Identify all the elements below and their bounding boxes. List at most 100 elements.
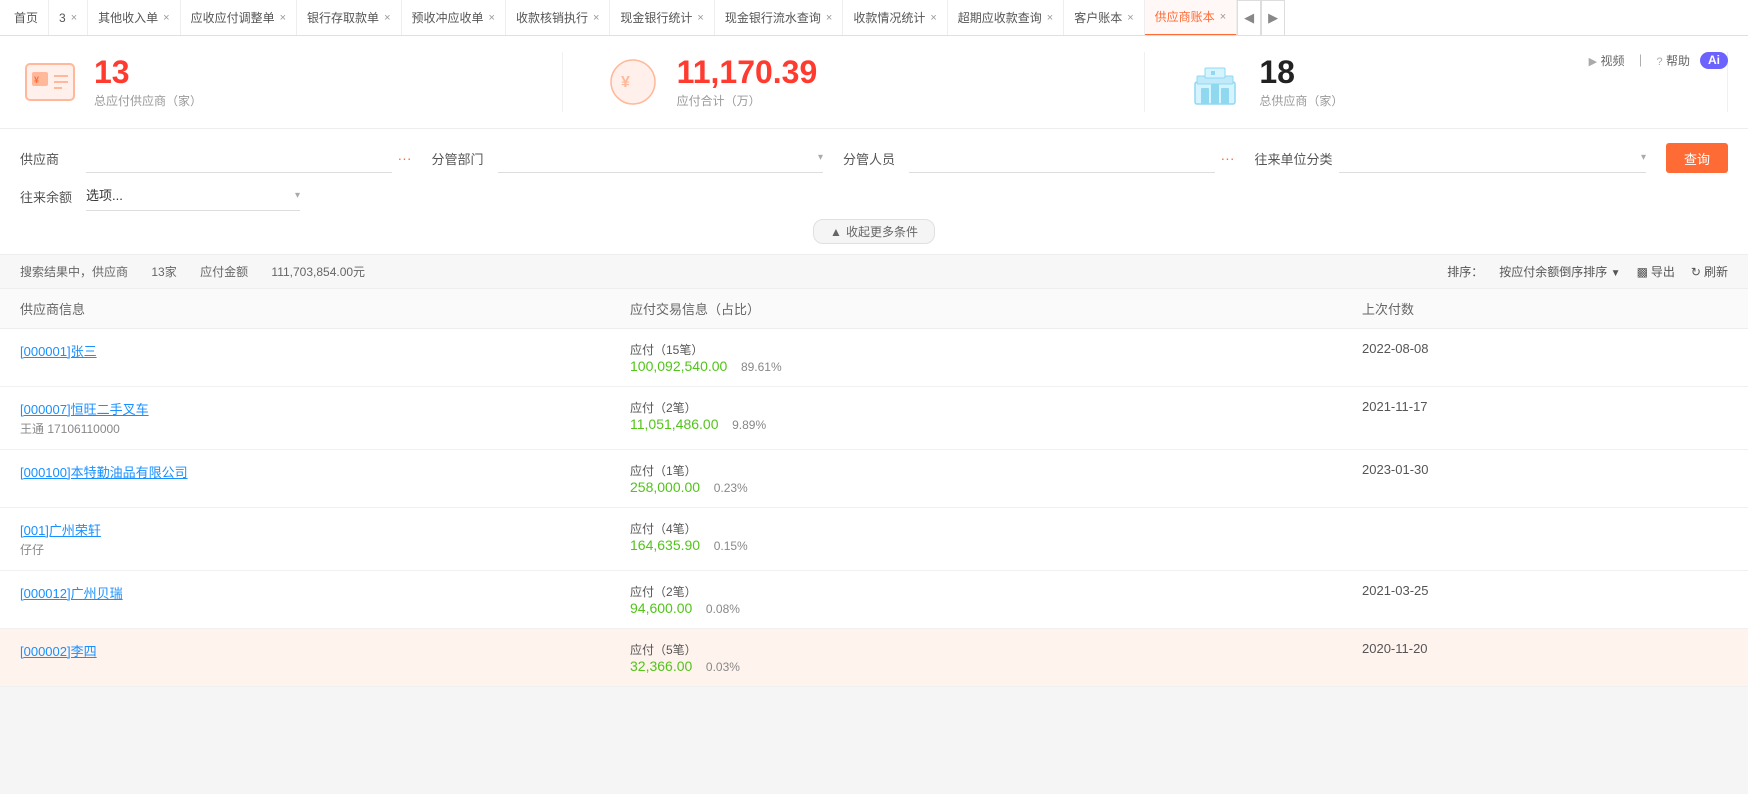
nav-tab-3[interactable]: 3 ×	[49, 0, 88, 36]
header-actions: ▶ 视频 ｜ ? 帮助 Ai	[1589, 52, 1728, 69]
close-icon[interactable]: ×	[71, 12, 77, 24]
result-amount-prefix: 应付金额	[200, 265, 248, 279]
close-icon[interactable]: ×	[1047, 12, 1053, 24]
supplier-cell: [001]广州荣轩 仔仔	[20, 520, 630, 558]
close-icon[interactable]: ×	[930, 12, 936, 24]
table-row: [000012]广州贝瑞 应付（2笔） 94,600.00 0.08% 2021…	[0, 571, 1748, 629]
nav-tab-other-income[interactable]: 其他收入单 ×	[88, 0, 180, 36]
result-bar: 搜索结果中，供应商 13家 应付金额 111,703,854.00元 排序： 按…	[0, 255, 1748, 289]
category-select-wrap[interactable]: ▾	[1339, 143, 1646, 173]
close-icon[interactable]: ×	[384, 12, 390, 24]
nav-tab-customer-ledger[interactable]: 客户账本 ×	[1064, 0, 1144, 36]
lastpay-date: 2021-11-17	[1362, 399, 1428, 414]
category-select[interactable]	[1339, 150, 1641, 165]
stat-info-payable-suppliers: 13 总应付供应商（家）	[94, 55, 202, 109]
txn-amount[interactable]: 100,092,540.00	[630, 358, 727, 374]
nav-tab-cash-flow[interactable]: 现金银行流水查询 ×	[715, 0, 843, 36]
balance-select[interactable]: 选项...	[86, 188, 295, 203]
txn-amount[interactable]: 258,000.00	[630, 479, 700, 495]
supplier-link[interactable]: [000100]本特勤油品有限公司	[20, 465, 188, 480]
txn-label: 应付（15笔）	[630, 341, 1362, 358]
close-icon[interactable]: ×	[697, 12, 703, 24]
txn-label: 应付（2笔）	[630, 399, 1362, 416]
nav-tab-ar-ap-adjust[interactable]: 应收应付调整单 ×	[181, 0, 297, 36]
close-icon[interactable]: ×	[489, 12, 495, 24]
video-link[interactable]: ▶ 视频	[1589, 52, 1625, 69]
nav-tab-cash-stat[interactable]: 现金银行统计 ×	[610, 0, 714, 36]
close-icon[interactable]: ×	[826, 12, 832, 24]
supplier-cell: [000007]恒旺二手叉车 王通 17106110000	[20, 399, 630, 437]
collapse-arrow-icon: ▲	[830, 225, 842, 239]
supplier-link[interactable]: [000007]恒旺二手叉车	[20, 402, 149, 417]
result-amount-value: 111,703,854.00元	[271, 265, 365, 279]
payable-suppliers-count: 13	[94, 55, 202, 90]
table-header: 供应商信息 应付交易信息（占比） 上次付数	[0, 289, 1748, 329]
supplier-link[interactable]: [000002]李四	[20, 644, 97, 659]
query-button[interactable]: 查询	[1666, 143, 1728, 173]
supplier-cell: [000100]本特勤油品有限公司	[20, 462, 630, 481]
department-select-wrap[interactable]: ▾	[498, 143, 824, 173]
supplier-dots-icon[interactable]: ···	[398, 150, 412, 166]
txn-amount[interactable]: 32,366.00	[630, 658, 692, 674]
lastpay-cell: 2020-11-20	[1362, 641, 1728, 656]
lastpay-cell: 2023-01-30	[1362, 462, 1728, 477]
supplier-link[interactable]: [000012]广州贝瑞	[20, 586, 123, 601]
txn-percent: 0.08%	[706, 602, 740, 616]
payable-total-icon: ¥	[603, 52, 663, 112]
export-button[interactable]: ▩ 导出	[1637, 263, 1675, 280]
svg-text:¥: ¥	[621, 74, 630, 91]
person-filter-label: 分管人员	[843, 149, 903, 168]
refresh-button[interactable]: ↻ 刷新	[1691, 263, 1728, 280]
close-icon[interactable]: ×	[280, 12, 286, 24]
supplier-cell: [000002]李四	[20, 641, 630, 660]
supplier-input[interactable]	[86, 143, 392, 173]
nav-tab-receipt-verify[interactable]: 收款核销执行 ×	[506, 0, 610, 36]
lastpay-cell: 2021-11-17	[1362, 399, 1728, 414]
nav-prev-arrow[interactable]: ◀	[1237, 0, 1261, 36]
nav-next-arrow[interactable]: ▶	[1261, 0, 1285, 36]
sort-label: 排序：	[1447, 263, 1483, 280]
nav-tab-receipt-stat[interactable]: 收款情况统计 ×	[843, 0, 947, 36]
lastpay-date: 2022-08-08	[1362, 341, 1429, 356]
col-header-transaction: 应付交易信息（占比）	[630, 299, 1362, 318]
table-row: [000007]恒旺二手叉车 王通 17106110000 应付（2笔） 11,…	[0, 387, 1748, 450]
txn-amount[interactable]: 164,635.90	[630, 537, 700, 553]
filter-supplier: 供应商 ···	[20, 143, 412, 173]
txn-percent: 89.61%	[741, 360, 782, 374]
supplier-link[interactable]: [001]广州荣轩	[20, 523, 101, 538]
txn-amount[interactable]: 94,600.00	[630, 600, 692, 616]
txn-amount[interactable]: 11,051,486.00	[630, 416, 719, 432]
txn-percent: 9.89%	[732, 418, 766, 432]
close-icon[interactable]: ×	[163, 12, 169, 24]
ai-badge[interactable]: Ai	[1700, 52, 1728, 69]
close-icon[interactable]: ×	[1220, 11, 1226, 23]
result-prefix: 搜索结果中，供应商	[20, 265, 128, 279]
balance-select-wrap[interactable]: 选项... ▾	[86, 181, 300, 211]
result-info: 搜索结果中，供应商 13家 应付金额 111,703,854.00元	[20, 263, 385, 280]
close-icon[interactable]: ×	[1127, 12, 1133, 24]
help-link[interactable]: ? 帮助	[1657, 52, 1690, 69]
nav-tab-prepay-offset[interactable]: 预收冲应收单 ×	[402, 0, 506, 36]
txn-percent: 0.15%	[714, 539, 748, 553]
supplier-sub: 仔仔	[20, 541, 630, 558]
nav-tab-bank-deposit[interactable]: 银行存取款单 ×	[297, 0, 401, 36]
table-row: [000100]本特勤油品有限公司 应付（1笔） 258,000.00 0.23…	[0, 450, 1748, 508]
person-input[interactable]	[909, 143, 1215, 173]
result-supplier-count: 13家	[151, 265, 176, 279]
collapse-bar: ▲ 收起更多条件	[20, 219, 1728, 244]
supplier-link[interactable]: [000001]张三	[20, 344, 97, 359]
lastpay-cell: 2022-08-08	[1362, 341, 1728, 356]
stat-info-total-suppliers: 18 总供应商（家）	[1259, 55, 1343, 109]
nav-tab-supplier-ledger[interactable]: 供应商账本 ×	[1145, 0, 1237, 36]
filter-row-1: 供应商 ··· 分管部门 ▾ 分管人员 ··· 往来单位分类	[20, 143, 1728, 173]
separator: ｜	[1635, 52, 1647, 69]
table-row: [000002]李四 应付（5笔） 32,366.00 0.03% 2020-1…	[0, 629, 1748, 687]
lastpay-cell: 2021-03-25	[1362, 583, 1728, 598]
nav-tab-overdue-ar[interactable]: 超期应收款查询 ×	[948, 0, 1064, 36]
collapse-button[interactable]: ▲ 收起更多条件	[813, 219, 935, 244]
close-icon[interactable]: ×	[593, 12, 599, 24]
nav-tab-home[interactable]: 首页	[4, 0, 49, 36]
sort-select[interactable]: 按应付余额倒序排序 ▼	[1499, 263, 1620, 280]
person-dots-icon[interactable]: ···	[1221, 150, 1235, 166]
department-select[interactable]	[498, 150, 818, 165]
